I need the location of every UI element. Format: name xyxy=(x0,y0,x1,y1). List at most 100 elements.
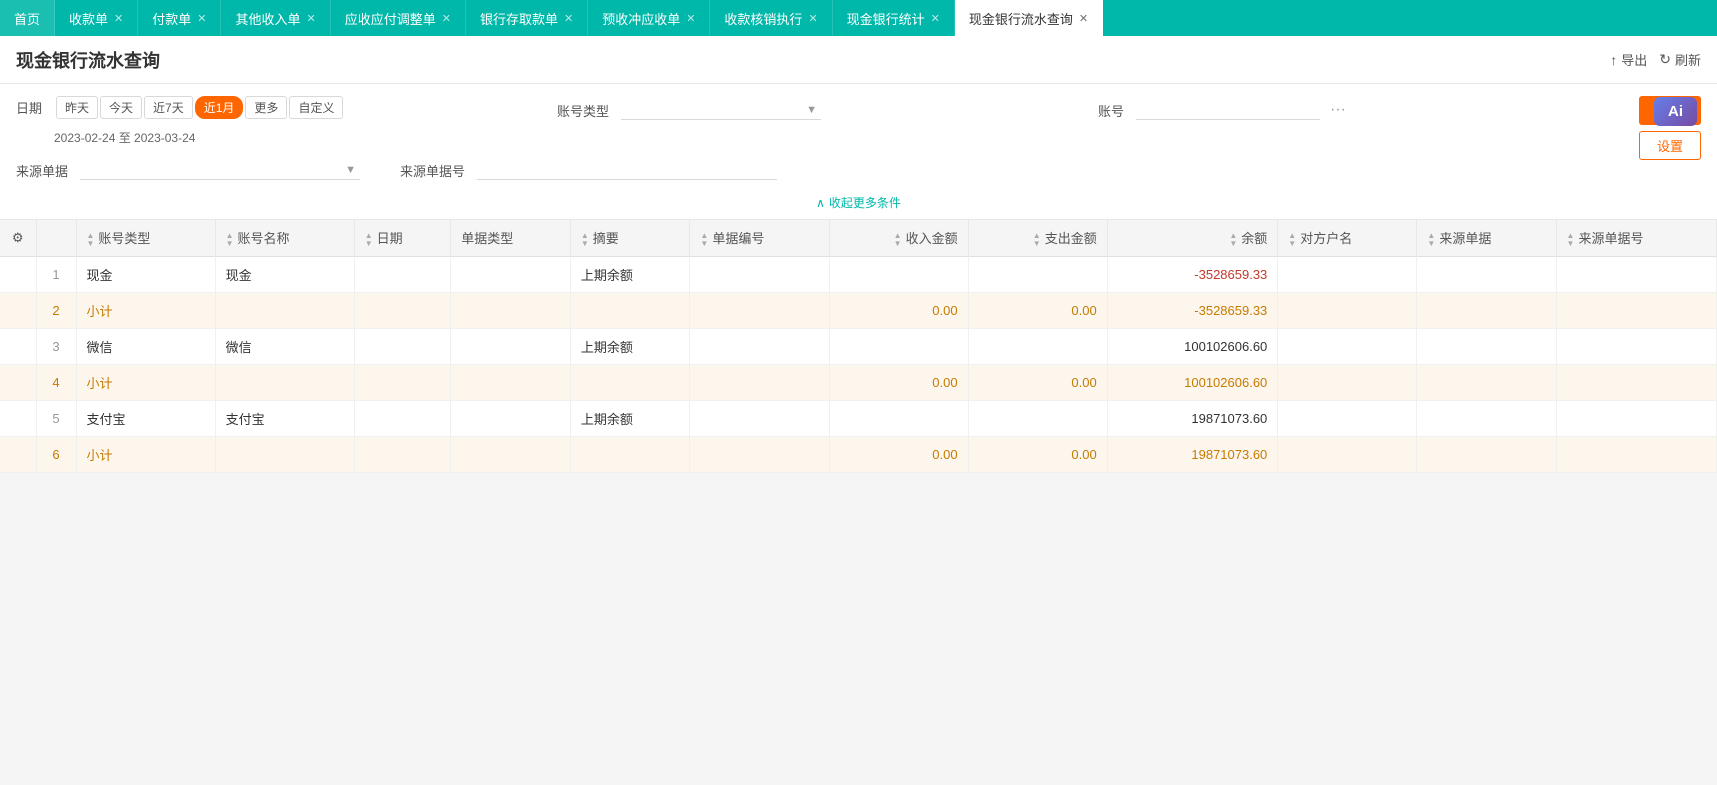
table-row[interactable]: 3 微信 微信 上期余额 100102606.60 xyxy=(0,328,1717,364)
td-expense xyxy=(968,328,1107,364)
td-doc-type xyxy=(451,400,571,436)
th-row-num xyxy=(36,220,76,256)
date-btn-7days[interactable]: 近7天 xyxy=(144,96,193,119)
nav-item-other-income[interactable]: 其他收入单 ✕ xyxy=(221,0,330,36)
nav-item-receipt-verify[interactable]: 收款核销执行 ✕ xyxy=(710,0,832,36)
th-counterpart[interactable]: ▲▼对方户名 xyxy=(1278,220,1417,256)
table-row[interactable]: 1 现金 现金 上期余额 -3528659.33 xyxy=(0,256,1717,292)
td-summary xyxy=(570,364,690,400)
date-btn-today[interactable]: 今天 xyxy=(100,96,142,119)
nav-item-payment[interactable]: 付款单 ✕ xyxy=(138,0,221,36)
account-type-select[interactable] xyxy=(621,100,821,120)
th-balance[interactable]: ▲▼余额 xyxy=(1107,220,1278,256)
table-row[interactable]: 6 小计 0.00 0.00 19871073.60 xyxy=(0,436,1717,472)
td-summary xyxy=(570,292,690,328)
source-doc-no-input[interactable] xyxy=(477,160,777,180)
nav-item-prepay-offset[interactable]: 预收冲应收单 ✕ xyxy=(588,0,710,36)
settings-button[interactable]: 设置 xyxy=(1639,131,1701,160)
date-btn-1month[interactable]: 近1月 xyxy=(195,96,244,119)
td-counterpart xyxy=(1278,292,1417,328)
th-expense[interactable]: ▲▼支出金额 xyxy=(968,220,1107,256)
date-options: 昨天 今天 近7天 近1月 更多 自定义 xyxy=(56,96,343,119)
account-no-label: 账号 xyxy=(1098,101,1124,120)
td-source-doc xyxy=(1417,364,1556,400)
th-account-name[interactable]: ▲▼账号名称 xyxy=(215,220,354,256)
th-date[interactable]: ▲▼日期 xyxy=(354,220,451,256)
nav-item-home[interactable]: 首页 xyxy=(0,0,55,36)
td-counterpart xyxy=(1278,400,1417,436)
source-doc-select[interactable] xyxy=(80,160,360,180)
source-doc-label: 来源单据 xyxy=(16,161,68,180)
close-icon[interactable]: ✕ xyxy=(307,12,316,25)
sort-icon: ▲▼ xyxy=(1033,232,1041,248)
close-icon[interactable]: ✕ xyxy=(564,12,573,25)
sort-icon: ▲▼ xyxy=(581,232,589,248)
source-doc-select-wrapper: ▼ xyxy=(80,160,360,180)
td-expense xyxy=(968,400,1107,436)
close-icon[interactable]: ✕ xyxy=(931,12,940,25)
ai-badge[interactable]: Ai xyxy=(1654,97,1697,126)
td-row-num: 1 xyxy=(36,256,76,292)
close-icon[interactable]: ✕ xyxy=(686,12,695,25)
td-doc-no xyxy=(690,436,829,472)
td-gear xyxy=(0,292,36,328)
td-summary: 上期余额 xyxy=(570,328,690,364)
td-income: 0.00 xyxy=(829,436,968,472)
td-income xyxy=(829,328,968,364)
date-filter-label: 日期 xyxy=(16,98,42,117)
td-doc-no xyxy=(690,292,829,328)
account-no-more-icon[interactable]: ··· xyxy=(1326,101,1350,119)
td-account-name xyxy=(215,436,354,472)
td-gear xyxy=(0,256,36,292)
td-expense: 0.00 xyxy=(968,364,1107,400)
table-row[interactable]: 5 支付宝 支付宝 上期余额 19871073.60 xyxy=(0,400,1717,436)
th-source-doc[interactable]: ▲▼来源单据 xyxy=(1417,220,1556,256)
td-gear xyxy=(0,328,36,364)
th-doc-type: 单据类型 xyxy=(451,220,571,256)
td-balance: 100102606.60 xyxy=(1107,328,1278,364)
date-btn-custom[interactable]: 自定义 xyxy=(289,96,343,119)
th-income[interactable]: ▲▼收入金额 xyxy=(829,220,968,256)
close-icon[interactable]: ✕ xyxy=(808,12,817,25)
td-doc-type xyxy=(451,328,571,364)
date-btn-yesterday[interactable]: 昨天 xyxy=(56,96,98,119)
close-icon[interactable]: ✕ xyxy=(442,12,451,25)
th-summary[interactable]: ▲▼摘要 xyxy=(570,220,690,256)
close-icon[interactable]: ✕ xyxy=(114,12,123,25)
td-source-doc-no xyxy=(1556,292,1716,328)
td-gear xyxy=(0,400,36,436)
filter-area: 日期 昨天 今天 近7天 近1月 更多 自定义 2023-02-24 至 202… xyxy=(0,84,1717,220)
nav-item-receipt[interactable]: 收款单 ✕ xyxy=(55,0,138,36)
nav-item-bank-stats[interactable]: 现金银行统计 ✕ xyxy=(833,0,955,36)
td-account-name: 现金 xyxy=(215,256,354,292)
export-icon: ↑ xyxy=(1610,52,1617,68)
close-icon[interactable]: ✕ xyxy=(1079,12,1088,25)
td-row-num: 6 xyxy=(36,436,76,472)
th-account-type[interactable]: ▲▼账号类型 xyxy=(76,220,215,256)
nav-item-ap-adjust[interactable]: 应收应付调整单 ✕ xyxy=(331,0,466,36)
export-button[interactable]: ↑ 导出 xyxy=(1610,50,1647,69)
td-date xyxy=(354,400,451,436)
th-source-doc-no[interactable]: ▲▼来源单据号 xyxy=(1556,220,1716,256)
td-income xyxy=(829,400,968,436)
td-balance: 19871073.60 xyxy=(1107,436,1278,472)
td-source-doc xyxy=(1417,400,1556,436)
table-row[interactable]: 4 小计 0.00 0.00 100102606.60 xyxy=(0,364,1717,400)
close-icon[interactable]: ✕ xyxy=(197,12,206,25)
table-header-row: ⚙ ▲▼账号类型 ▲▼账号名称 ▲▼日期 单据类型 ▲▼摘要 ▲▼单据编号 xyxy=(0,220,1717,256)
table-row[interactable]: 2 小计 0.00 0.00 -3528659.33 xyxy=(0,292,1717,328)
th-gear[interactable]: ⚙ xyxy=(0,220,36,256)
td-income: 0.00 xyxy=(829,292,968,328)
sort-icon: ▲▼ xyxy=(1567,232,1575,248)
account-no-input[interactable] xyxy=(1136,100,1320,120)
td-account-name: 支付宝 xyxy=(215,400,354,436)
td-account-name xyxy=(215,364,354,400)
td-account-type: 微信 xyxy=(76,328,215,364)
page-header: 现金银行流水查询 ↑ 导出 ↻ 刷新 xyxy=(0,36,1717,84)
date-btn-more[interactable]: 更多 xyxy=(245,96,287,119)
nav-item-bank-flow[interactable]: 现金银行流水查询 ✕ xyxy=(955,0,1103,36)
collapse-filter-bar[interactable]: ∧ 收起更多条件 xyxy=(16,190,1701,219)
refresh-button[interactable]: ↻ 刷新 xyxy=(1659,50,1701,69)
nav-item-bank-deposit[interactable]: 银行存取款单 ✕ xyxy=(466,0,588,36)
th-doc-no[interactable]: ▲▼单据编号 xyxy=(690,220,829,256)
